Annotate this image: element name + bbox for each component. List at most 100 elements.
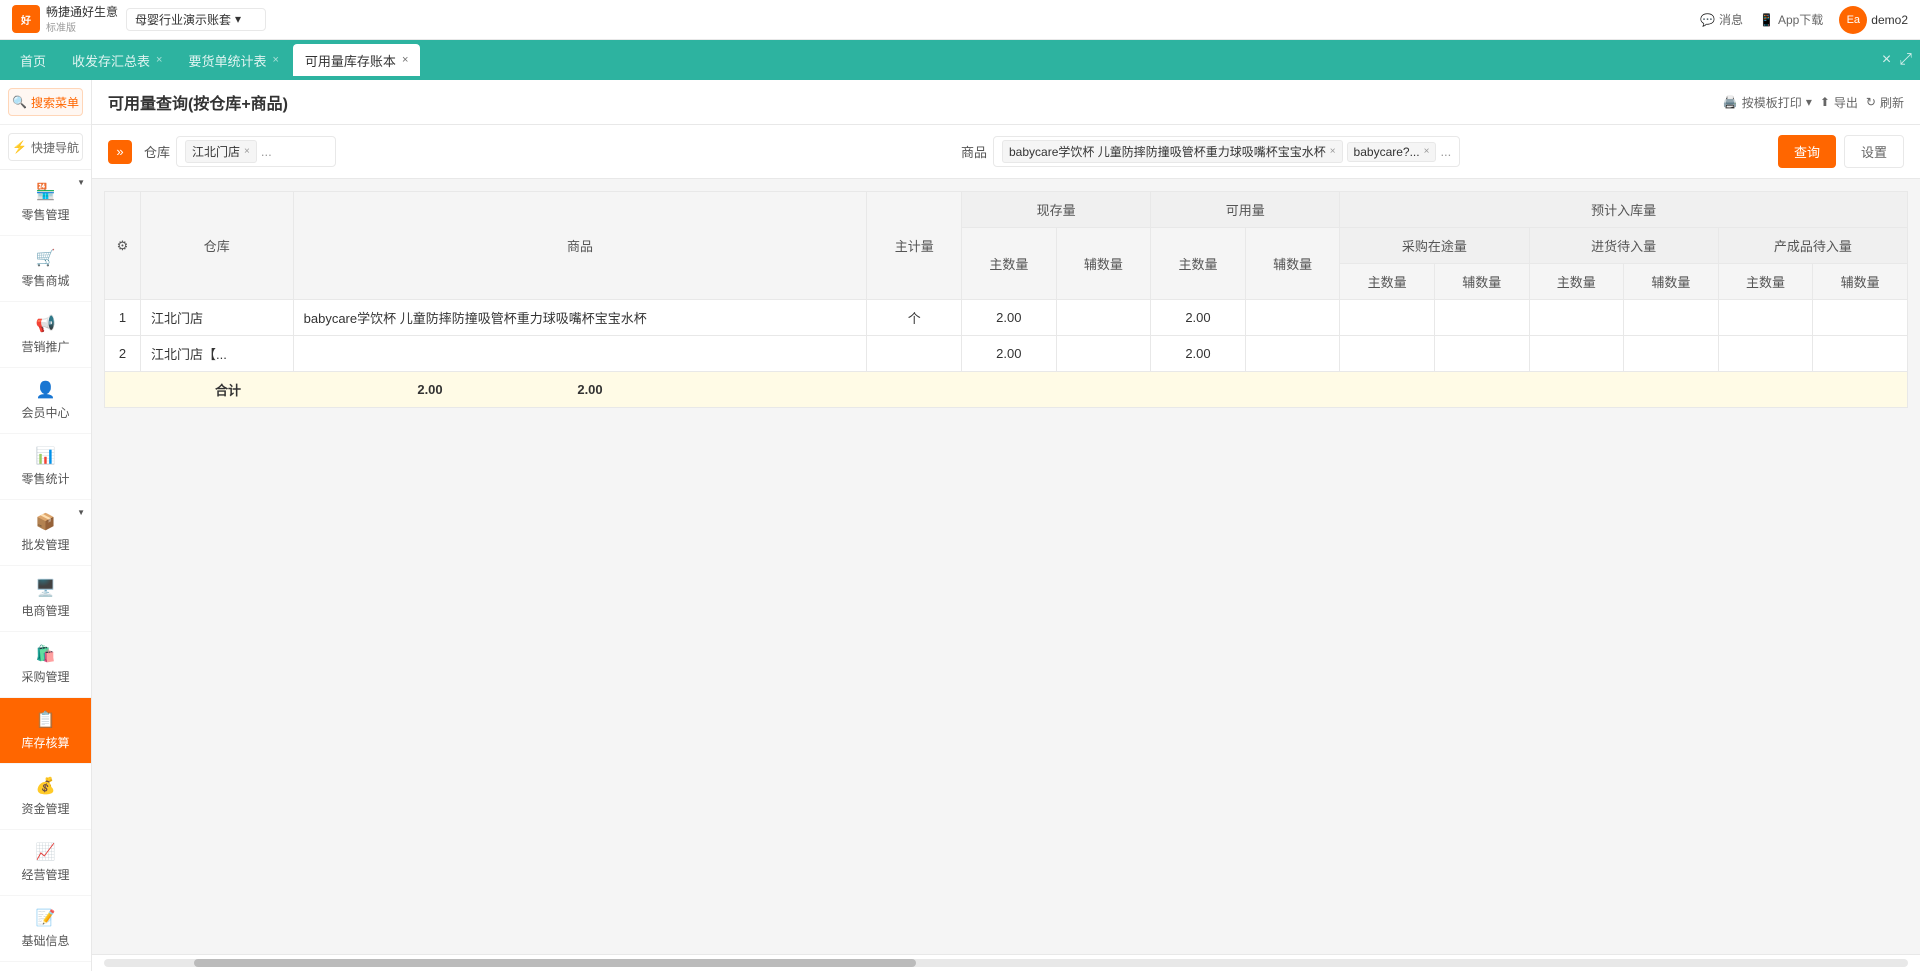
quick-nav-button[interactable]: ⚡ 快捷导航 [8,133,83,161]
app-icon: 📱 [1759,13,1774,27]
retail-mall-icon: 🛒 [36,248,56,268]
sidebar-item-label: 采购管理 [21,668,69,685]
product-tag-2-close[interactable]: × [1424,146,1430,157]
footer-current-main-val: 2.00 [390,382,470,397]
filter-toggle-button[interactable]: » [108,140,132,164]
app-label: App下载 [1778,11,1823,28]
row-no: 2 [105,336,141,372]
tab-available-stock-close[interactable]: × [402,54,408,66]
query-button[interactable]: 查询 [1778,135,1836,168]
row-current-main: 2.00 [962,336,1057,372]
sidebar-item-retail-stats[interactable]: 📊 零售统计 [0,434,91,500]
row-prod-pending-main [1718,336,1813,372]
horizontal-scrollbar[interactable] [104,959,1908,967]
row-prod-pending-main [1718,300,1813,336]
footer-values: 2.00 2.00 [310,382,1897,397]
basic-info-icon: 📝 [36,908,56,928]
wholesale-icon: 📦 [36,512,56,532]
avatar: Ea [1839,6,1867,34]
tab-order-stats-label: 要货单统计表 [188,51,266,70]
table-footer: 合计 2.00 2.00 [104,372,1908,408]
retail-stats-icon: 📊 [36,446,56,466]
sidebar-item-basic-info[interactable]: 📝 基础信息 [0,896,91,962]
message-button[interactable]: 💬 消息 [1700,11,1743,28]
col-settings-header[interactable]: ⚙ [105,192,141,300]
row-current-main: 2.00 [962,300,1057,336]
col-pur-pending-main-header: 主数量 [1529,264,1624,300]
sidebar-item-label: 营销推广 [21,338,69,355]
industry-selector[interactable]: 母婴行业演示账套 ▾ [126,8,266,31]
filter-buttons: 查询 设置 [1778,135,1904,168]
col-prod-pending-aux-header: 辅数量 [1813,264,1908,300]
tab-order-stats[interactable]: 要货单统计表 × [176,44,290,76]
col-pur-transit-main-header: 主数量 [1340,264,1435,300]
sidebar-item-member-center[interactable]: 👤 会员中心 [0,368,91,434]
data-table: ⚙ 仓库 商品 主计量 现存量 可用量 预计入库量 主数量 辅数量 主数量 辅数… [104,191,1908,372]
sidebar-item-label: 资金管理 [21,800,69,817]
footer-current-aux [470,382,550,397]
col-product-header: 商品 [293,192,867,300]
col-pur-transit-aux-header: 辅数量 [1434,264,1529,300]
refresh-button[interactable]: ↻ 刷新 [1866,94,1904,111]
print-button[interactable]: 🖨️ 按模板打印 ▾ [1723,94,1812,111]
tab-home[interactable]: 首页 [8,44,58,76]
logo-text: 畅捷通好生意 [46,5,118,19]
col-available-aux-header: 辅数量 [1245,228,1340,300]
export-button[interactable]: ⬆ 导出 [1820,94,1858,111]
sidebar-item-label: 经营管理 [21,866,69,883]
sidebar-item-retail-mgmt[interactable]: 🏪 零售管理 [0,170,91,236]
row-unit [867,336,962,372]
tab-receipt-summary-close[interactable]: × [156,54,162,66]
product-more-button[interactable]: ... [1440,144,1451,159]
col-expected-in-header: 预计入库量 [1340,192,1908,228]
table-row: 1 江北门店 babycare学饮杯 儿童防摔防撞吸管杯重力球吸嘴杯宝宝水杯 个… [105,300,1908,336]
warehouse-label: 仓库 [144,142,170,161]
row-product: babycare学饮杯 儿童防摔防撞吸管杯重力球吸嘴杯宝宝水杯 [293,300,867,336]
sidebar-item-label: 会员中心 [21,404,69,421]
row-pur-transit-main [1340,300,1435,336]
purchase-icon: 🛍️ [36,644,56,664]
sidebar-item-retail-mall[interactable]: 🛒 零售商城 [0,236,91,302]
warehouse-more-button[interactable]: ... [261,144,272,159]
sidebar-item-label: 零售管理 [21,206,69,223]
ecommerce-icon: 🖥️ [36,578,56,598]
tab-receipt-summary[interactable]: 收发存汇总表 × [60,44,174,76]
sidebar-item-system[interactable]: ⚙️ 系统管理 [0,962,91,971]
col-prod-pending-header: 产成品待入量 [1718,228,1907,264]
close-all-tabs-button[interactable]: × [1882,51,1891,69]
tab-order-stats-close[interactable]: × [272,54,278,66]
sidebar-item-marketing[interactable]: 📢 营销推广 [0,302,91,368]
footer-available-main-val: 2.00 [550,382,630,397]
row-current-aux [1056,336,1151,372]
export-icon: ⬆ [1820,95,1830,109]
col-current-aux-header: 辅数量 [1056,228,1151,300]
user-area[interactable]: Ea demo2 [1839,6,1908,34]
product-label: 商品 [961,142,987,161]
sidebar-item-finance[interactable]: 💰 资金管理 [0,764,91,830]
content-area: 可用量查询(按仓库+商品) 🖨️ 按模板打印 ▾ ⬆ 导出 ↻ 刷新 [92,80,1920,971]
scrollbar-thumb[interactable] [194,959,916,967]
row-current-aux [1056,300,1151,336]
sidebar-item-purchase[interactable]: 🛍️ 采购管理 [0,632,91,698]
sidebar-item-wholesale[interactable]: 📦 批发管理 [0,500,91,566]
col-warehouse-header: 仓库 [141,192,294,300]
product-tag-1-close[interactable]: × [1330,146,1336,157]
sidebar-item-operation[interactable]: 📈 经营管理 [0,830,91,896]
expand-icon[interactable]: ⤢ [1899,51,1912,69]
sidebar-search-area: 🔍 搜索菜单 [0,80,91,125]
logo-icon: 好 [12,5,40,33]
app-download-button[interactable]: 📱 App下载 [1759,11,1823,28]
search-menu-button[interactable]: 🔍 搜索菜单 [8,88,83,116]
row-no: 1 [105,300,141,336]
top-bar-left: 好 畅捷通好生意 标准版 母婴行业演示账套 ▾ [12,5,266,34]
settings-button[interactable]: 设置 [1844,135,1904,168]
warehouse-tag-close[interactable]: × [244,146,250,157]
table-row: 2 江北门店【... 2.00 2.00 [105,336,1908,372]
sidebar-item-inventory[interactable]: 📋 库存核算 [0,698,91,764]
tab-available-stock[interactable]: 可用量库存账本 × [293,44,420,76]
sidebar-item-label: 基础信息 [21,932,69,949]
row-pur-transit-aux [1434,300,1529,336]
table-area[interactable]: ⚙ 仓库 商品 主计量 现存量 可用量 预计入库量 主数量 辅数量 主数量 辅数… [92,179,1920,954]
printer-icon: 🖨️ [1723,95,1738,109]
sidebar-item-ecommerce[interactable]: 🖥️ 电商管理 [0,566,91,632]
